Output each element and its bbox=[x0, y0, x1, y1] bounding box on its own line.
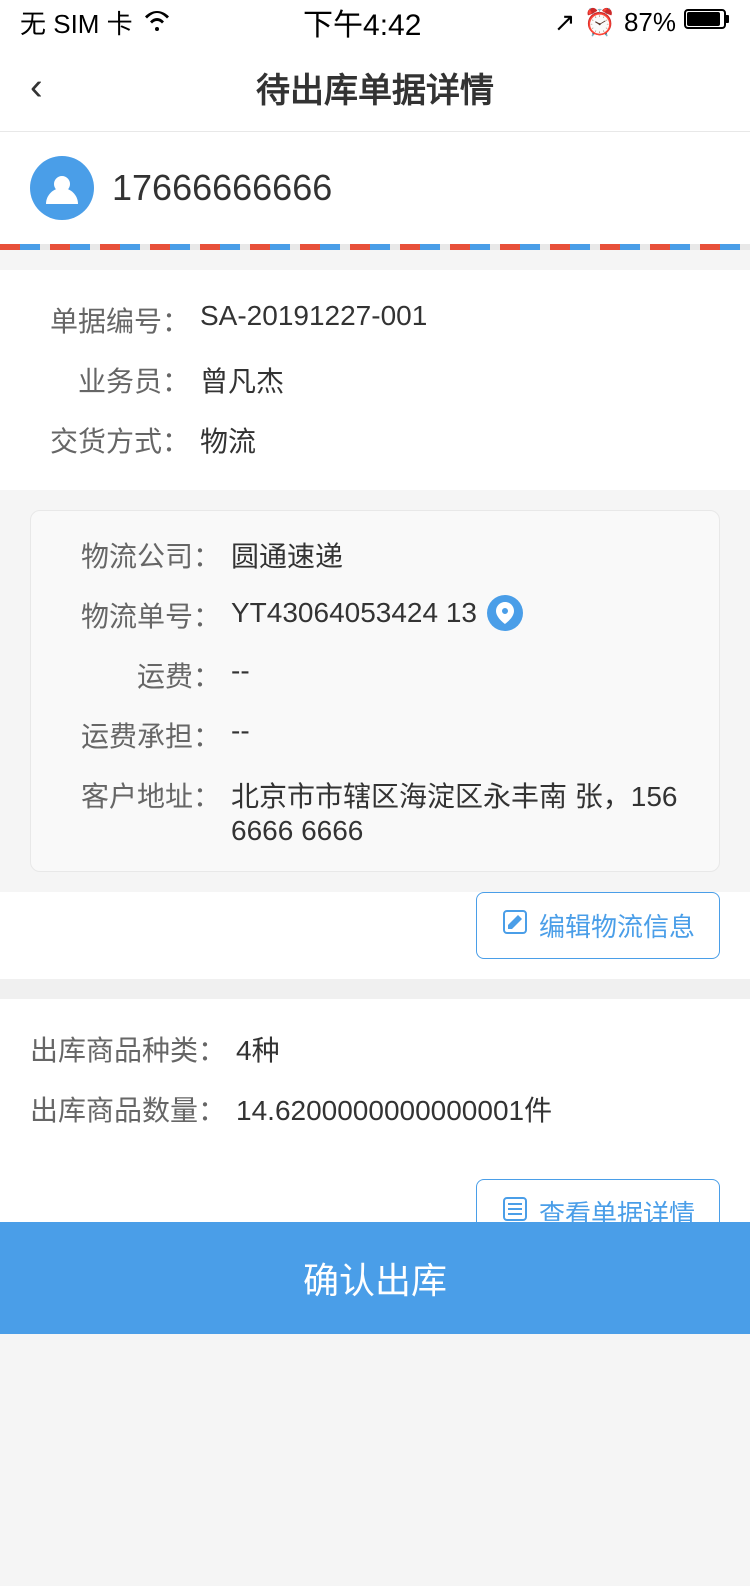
address-value: 北京市市辖区海淀区永丰南 张，156 6666 6666 bbox=[221, 775, 689, 847]
main-content: 17666666666 单据编号： SA-20191227-001 业务员： 曾… bbox=[0, 132, 750, 1586]
address-row: 客户地址： 北京市市辖区海淀区永丰南 张，156 6666 6666 bbox=[61, 775, 689, 847]
sales-person-label: 业务员： bbox=[30, 360, 190, 400]
tracking-value: YT43064053424 13 bbox=[221, 595, 689, 631]
status-bar-left: 无 SIM 卡 bbox=[20, 4, 171, 41]
stock-quantity-label: 出库商品数量： bbox=[30, 1089, 226, 1129]
logistics-company-row: 物流公司： 圆通速递 bbox=[61, 535, 689, 575]
tracking-location-icon[interactable] bbox=[487, 595, 523, 631]
address-label: 客户地址： bbox=[61, 775, 221, 815]
location-icon: ↗ bbox=[554, 7, 576, 38]
wifi-icon bbox=[143, 7, 171, 38]
logistics-company-label: 物流公司： bbox=[61, 535, 221, 575]
stock-section: 出库商品种类： 4种 出库商品数量： 14.6200000000000001件 bbox=[0, 999, 750, 1159]
sales-person-value: 曾凡杰 bbox=[190, 360, 720, 400]
battery-percent: 87% bbox=[624, 7, 676, 38]
sales-person-row: 业务员： 曾凡杰 bbox=[30, 360, 720, 400]
order-number-row: 单据编号： SA-20191227-001 bbox=[30, 300, 720, 340]
edit-button-container: 编辑物流信息 bbox=[0, 892, 750, 979]
stock-types-value: 4种 bbox=[226, 1029, 280, 1069]
status-bar-right: ↗ ⏰ 87% bbox=[554, 7, 730, 38]
stock-types-label: 出库商品种类： bbox=[30, 1029, 226, 1069]
freight-row: 运费： -- bbox=[61, 655, 689, 695]
stock-quantity-row: 出库商品数量： 14.6200000000000001件 bbox=[30, 1089, 720, 1129]
customer-phone: 17666666666 bbox=[112, 167, 332, 209]
bottom-bar: 确认出库 bbox=[0, 1222, 750, 1334]
tracking-label: 物流单号： bbox=[61, 595, 221, 635]
gray-separator-1 bbox=[0, 979, 750, 999]
freight-bearer-value: -- bbox=[221, 715, 689, 747]
battery-icon bbox=[684, 7, 730, 38]
edit-icon bbox=[501, 908, 529, 943]
carrier-text: 无 SIM 卡 bbox=[20, 4, 133, 41]
logistics-company-value: 圆通速递 bbox=[221, 535, 689, 575]
status-bar-time: 下午4:42 bbox=[303, 0, 421, 44]
stock-types-row: 出库商品种类： 4种 bbox=[30, 1029, 720, 1069]
order-number-label: 单据编号： bbox=[30, 300, 190, 340]
page-title: 待出库单据详情 bbox=[256, 63, 494, 112]
delivery-method-value: 物流 bbox=[190, 420, 720, 460]
freight-value: -- bbox=[221, 655, 689, 687]
order-number-value: SA-20191227-001 bbox=[190, 300, 720, 332]
dashed-divider bbox=[0, 244, 750, 250]
tracking-row: 物流单号： YT43064053424 13 bbox=[61, 595, 689, 635]
customer-avatar bbox=[30, 156, 94, 220]
back-button[interactable]: ‹ bbox=[30, 66, 43, 109]
edit-logistics-label: 编辑物流信息 bbox=[539, 907, 695, 944]
nav-bar: ‹ 待出库单据详情 bbox=[0, 44, 750, 132]
confirm-outbound-button[interactable]: 确认出库 bbox=[303, 1252, 447, 1304]
freight-bearer-label: 运费承担： bbox=[61, 715, 221, 755]
alarm-icon: ⏰ bbox=[584, 7, 616, 38]
freight-bearer-row: 运费承担： -- bbox=[61, 715, 689, 755]
edit-logistics-button[interactable]: 编辑物流信息 bbox=[476, 892, 720, 959]
order-info-section: 单据编号： SA-20191227-001 业务员： 曾凡杰 交货方式： 物流 bbox=[0, 270, 750, 490]
logistics-box: 物流公司： 圆通速递 物流单号： YT43064053424 13 运费： -- bbox=[30, 510, 720, 872]
delivery-method-row: 交货方式： 物流 bbox=[30, 420, 720, 460]
freight-label: 运费： bbox=[61, 655, 221, 695]
customer-header: 17666666666 bbox=[0, 132, 750, 244]
stock-quantity-value: 14.6200000000000001件 bbox=[226, 1089, 552, 1129]
status-bar: 无 SIM 卡 下午4:42 ↗ ⏰ 87% bbox=[0, 0, 750, 44]
delivery-method-label: 交货方式： bbox=[30, 420, 190, 460]
